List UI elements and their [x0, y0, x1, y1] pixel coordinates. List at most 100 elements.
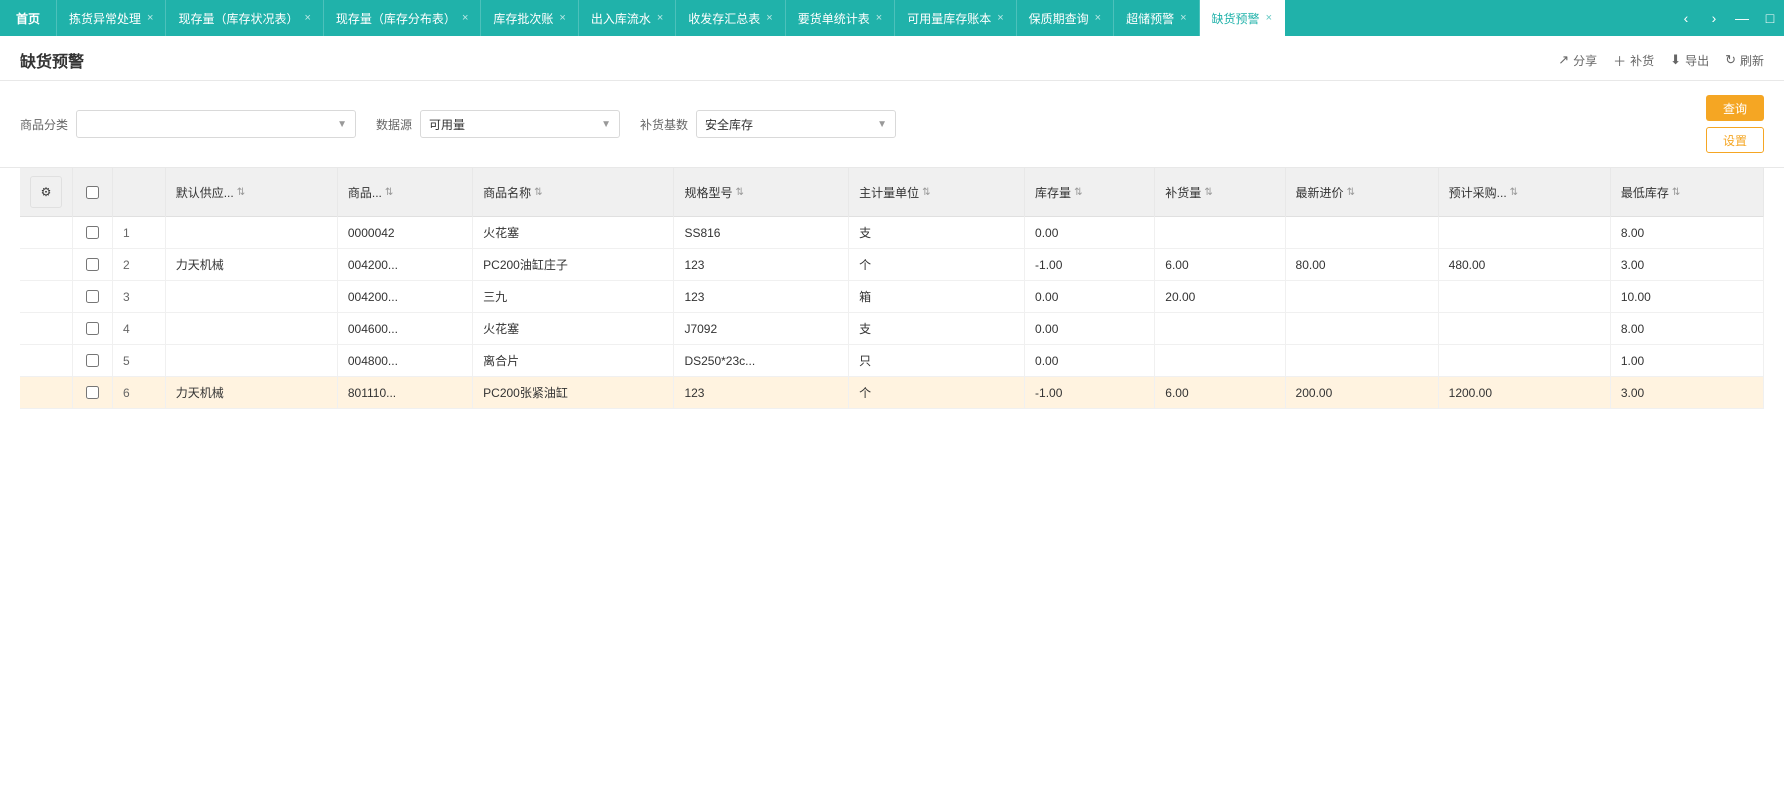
col-replenish-qty[interactable]: 补货量 ⇅ — [1155, 168, 1285, 217]
table-row: 4 004600... 火花塞 J7092 支 0.00 8.00 — [20, 313, 1764, 345]
window-maximize-btn[interactable]: □ — [1756, 0, 1784, 36]
cell-stock-0: 0.00 — [1025, 217, 1155, 249]
tab-stock-status[interactable]: 现存量（库存状况表） × — [166, 0, 323, 36]
tab-inout-flow[interactable]: 出入库流水 × — [579, 0, 676, 36]
row-checkbox-5[interactable] — [86, 386, 99, 399]
cell-unit-0: 支 — [849, 217, 1025, 249]
category-label: 商品分类 — [20, 116, 68, 133]
export-btn[interactable]: ⬇ 导出 — [1670, 52, 1709, 69]
col-unit[interactable]: 主计量单位 ⇅ — [849, 168, 1025, 217]
query-button[interactable]: 查询 — [1706, 95, 1764, 121]
cell-price-3 — [1285, 313, 1438, 345]
sort-icon-supplier: ⇅ — [237, 187, 245, 198]
sort-icon-stock: ⇅ — [1074, 187, 1082, 198]
replenish-btn[interactable]: ＋ 补货 — [1613, 51, 1654, 70]
cell-checkbox-2[interactable] — [73, 281, 113, 313]
tab-demand-stat[interactable]: 要货单统计表 × — [786, 0, 895, 36]
cell-checkbox-3[interactable] — [73, 313, 113, 345]
tab-next-btn[interactable]: › — [1700, 0, 1728, 36]
tab-receipt-summary[interactable]: 收发存汇总表 × — [676, 0, 785, 36]
category-select[interactable]: ▼ — [76, 110, 356, 138]
sort-icon-est-purchase: ⇅ — [1510, 187, 1518, 198]
row-checkbox-2[interactable] — [86, 290, 99, 303]
col-default-supplier[interactable]: 默认供应... ⇅ — [165, 168, 337, 217]
select-all-checkbox[interactable] — [86, 186, 99, 199]
replenish-basis-select-arrow: ▼ — [877, 119, 887, 130]
share-btn[interactable]: ↗ 分享 — [1558, 52, 1597, 69]
cell-stock-3: 0.00 — [1025, 313, 1155, 345]
cell-est-purchase-4 — [1438, 345, 1610, 377]
col-spec[interactable]: 规格型号 ⇅ — [674, 168, 849, 217]
tab-close-available-ledger[interactable]: × — [997, 12, 1003, 24]
cell-unit-3: 支 — [849, 313, 1025, 345]
tab-close-receipt-summary[interactable]: × — [766, 12, 772, 24]
datasource-label: 数据源 — [376, 116, 412, 133]
tab-close-overstock-warn[interactable]: × — [1180, 12, 1186, 24]
col-gear[interactable]: ⚙ — [20, 168, 73, 217]
table-row: 2 力天机械 004200... PC200油缸庄子 123 个 -1.00 6… — [20, 249, 1764, 281]
refresh-icon: ↻ — [1725, 52, 1736, 68]
tab-stock-dist[interactable]: 现存量（库存分布表） × — [324, 0, 481, 36]
tab-shortage-warn[interactable]: 缺货预警 × — [1200, 0, 1285, 36]
cell-code-2: 004200... — [337, 281, 472, 313]
cell-stock-4: 0.00 — [1025, 345, 1155, 377]
tab-exception[interactable]: 拣货异常处理 × — [57, 0, 166, 36]
datasource-select[interactable]: 可用量 ▼ — [420, 110, 620, 138]
tab-close-demand-stat[interactable]: × — [876, 12, 882, 24]
tab-batch-account[interactable]: 库存批次账 × — [481, 0, 578, 36]
tab-overstock-warn[interactable]: 超储预警 × — [1114, 0, 1199, 36]
settings-button[interactable]: 设置 — [1706, 127, 1764, 153]
col-min-stock[interactable]: 最低库存 ⇅ — [1610, 168, 1763, 217]
col-checkbox[interactable] — [73, 168, 113, 217]
cell-code-1: 004200... — [337, 249, 472, 281]
cell-checkbox-1[interactable] — [73, 249, 113, 281]
row-checkbox-3[interactable] — [86, 322, 99, 335]
gear-icon-btn[interactable]: ⚙ — [30, 176, 62, 208]
share-icon: ↗ — [1558, 52, 1569, 68]
refresh-btn[interactable]: ↻ 刷新 — [1725, 52, 1764, 69]
tab-close-stock-dist[interactable]: × — [462, 12, 468, 24]
tab-available-ledger[interactable]: 可用量库存账本 × — [895, 0, 1016, 36]
window-minimize-btn[interactable]: — — [1728, 0, 1756, 36]
tab-expiry-query[interactable]: 保质期查询 × — [1017, 0, 1114, 36]
table-row: 3 004200... 三九 123 箱 0.00 20.00 10.00 — [20, 281, 1764, 313]
cell-min-stock-5: 3.00 — [1610, 377, 1763, 409]
col-product-name[interactable]: 商品名称 ⇅ — [473, 168, 674, 217]
col-latest-price[interactable]: 最新进价 ⇅ — [1285, 168, 1438, 217]
row-checkbox-1[interactable] — [86, 258, 99, 271]
col-stock-qty[interactable]: 库存量 ⇅ — [1025, 168, 1155, 217]
col-est-purchase[interactable]: 预计采购... ⇅ — [1438, 168, 1610, 217]
cell-supplier-3 — [165, 313, 337, 345]
replenish-basis-select[interactable]: 安全库存 ▼ — [696, 110, 896, 138]
datasource-value: 可用量 — [429, 116, 465, 133]
tab-close-inout-flow[interactable]: × — [657, 12, 663, 24]
replenish-basis-filter-group: 补货基数 安全库存 ▼ — [640, 110, 896, 138]
cell-spec-3: J7092 — [674, 313, 849, 345]
cell-unit-4: 只 — [849, 345, 1025, 377]
page-title: 缺货预警 — [20, 48, 84, 72]
tab-bar: 首页 拣货异常处理 × 现存量（库存状况表） × 现存量（库存分布表） × 库存… — [0, 0, 1784, 36]
cell-min-stock-1: 3.00 — [1610, 249, 1763, 281]
cell-price-4 — [1285, 345, 1438, 377]
filter-bar: 商品分类 ▼ 数据源 可用量 ▼ 补货基数 安全库存 ▼ 查询 设置 — [0, 81, 1784, 168]
tab-prev-btn[interactable]: ‹ — [1672, 0, 1700, 36]
tab-close-stock-status[interactable]: × — [304, 12, 310, 24]
tab-close-expiry-query[interactable]: × — [1095, 12, 1101, 24]
cell-est-purchase-1: 480.00 — [1438, 249, 1610, 281]
tab-close-batch-account[interactable]: × — [559, 12, 565, 24]
tab-close-exception[interactable]: × — [147, 12, 153, 24]
tab-home[interactable]: 首页 — [0, 0, 57, 36]
tab-close-shortage-warn[interactable]: × — [1266, 12, 1272, 24]
cell-checkbox-5[interactable] — [73, 377, 113, 409]
cell-replenish-4 — [1155, 345, 1285, 377]
row-checkbox-4[interactable] — [86, 354, 99, 367]
cell-checkbox-0[interactable] — [73, 217, 113, 249]
cell-checkbox-4[interactable] — [73, 345, 113, 377]
row-checkbox-0[interactable] — [86, 226, 99, 239]
cell-supplier-2 — [165, 281, 337, 313]
cell-name-3: 火花塞 — [473, 313, 674, 345]
table-container: ⚙ 默认供应... ⇅ — [0, 168, 1784, 409]
col-row-num — [113, 168, 166, 217]
col-product-code[interactable]: 商品... ⇅ — [337, 168, 472, 217]
cell-row-num-1: 2 — [113, 249, 166, 281]
